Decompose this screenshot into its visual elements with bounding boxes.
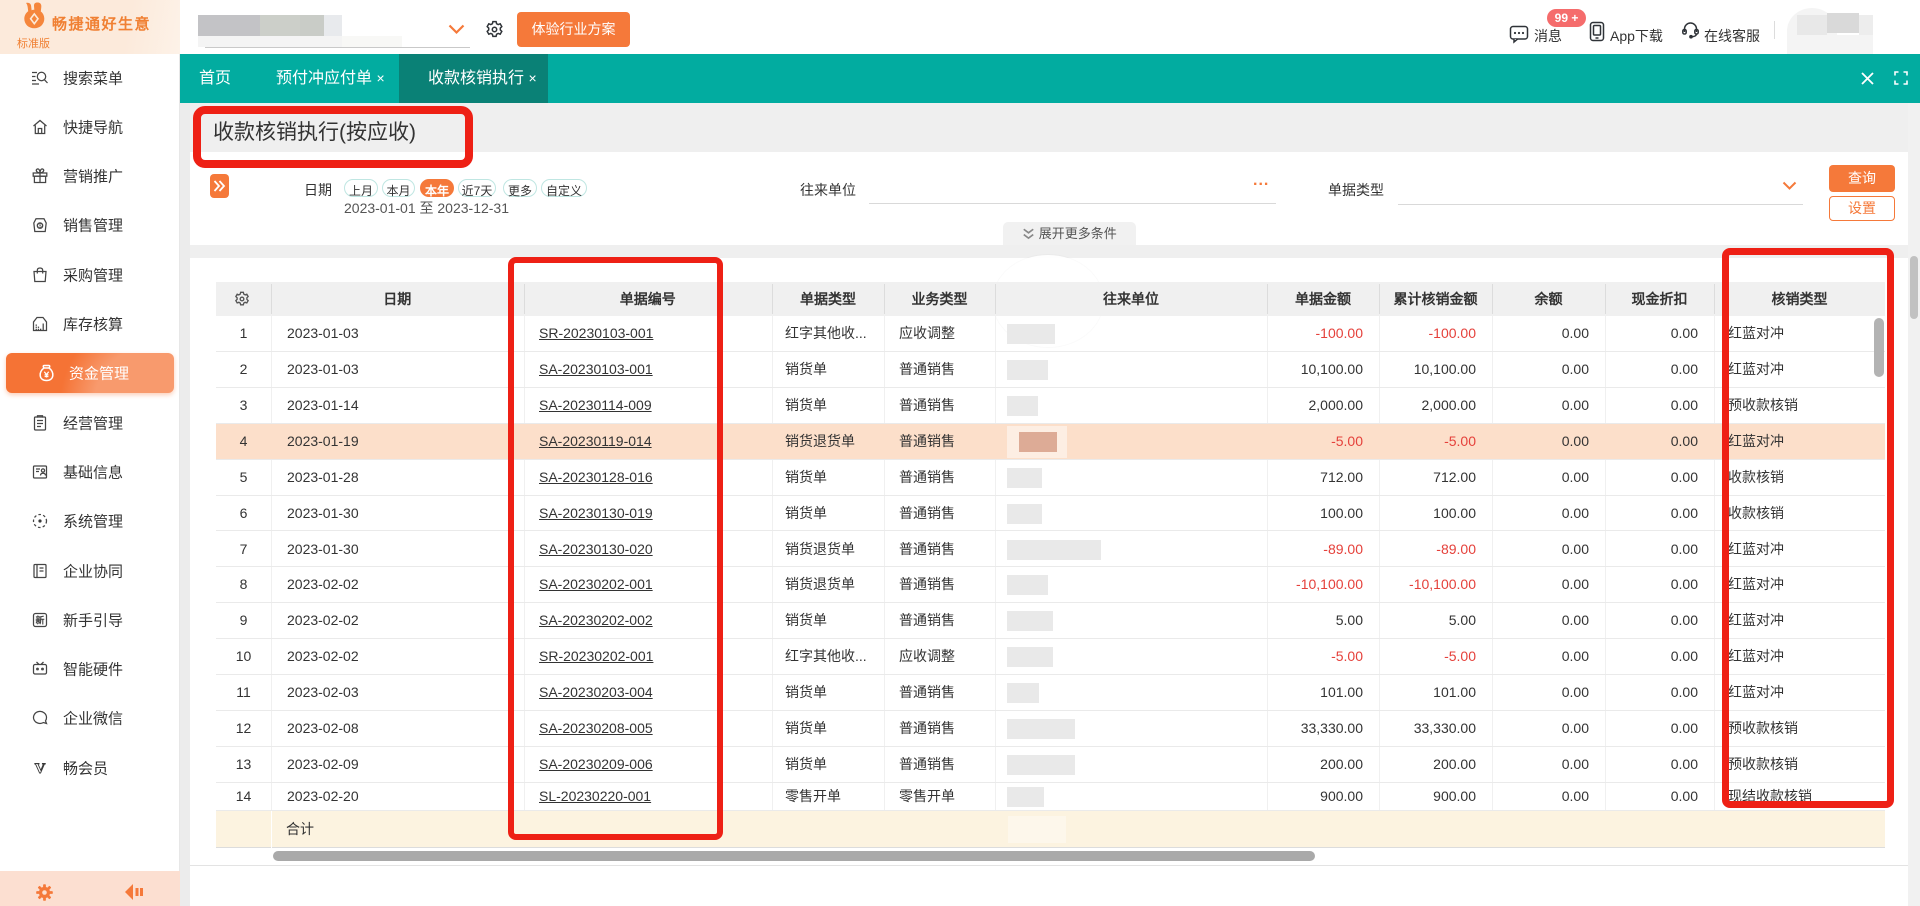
- svg-text:新: 新: [35, 614, 44, 625]
- svg-text:$: $: [38, 224, 41, 230]
- svg-text:V: V: [35, 761, 46, 777]
